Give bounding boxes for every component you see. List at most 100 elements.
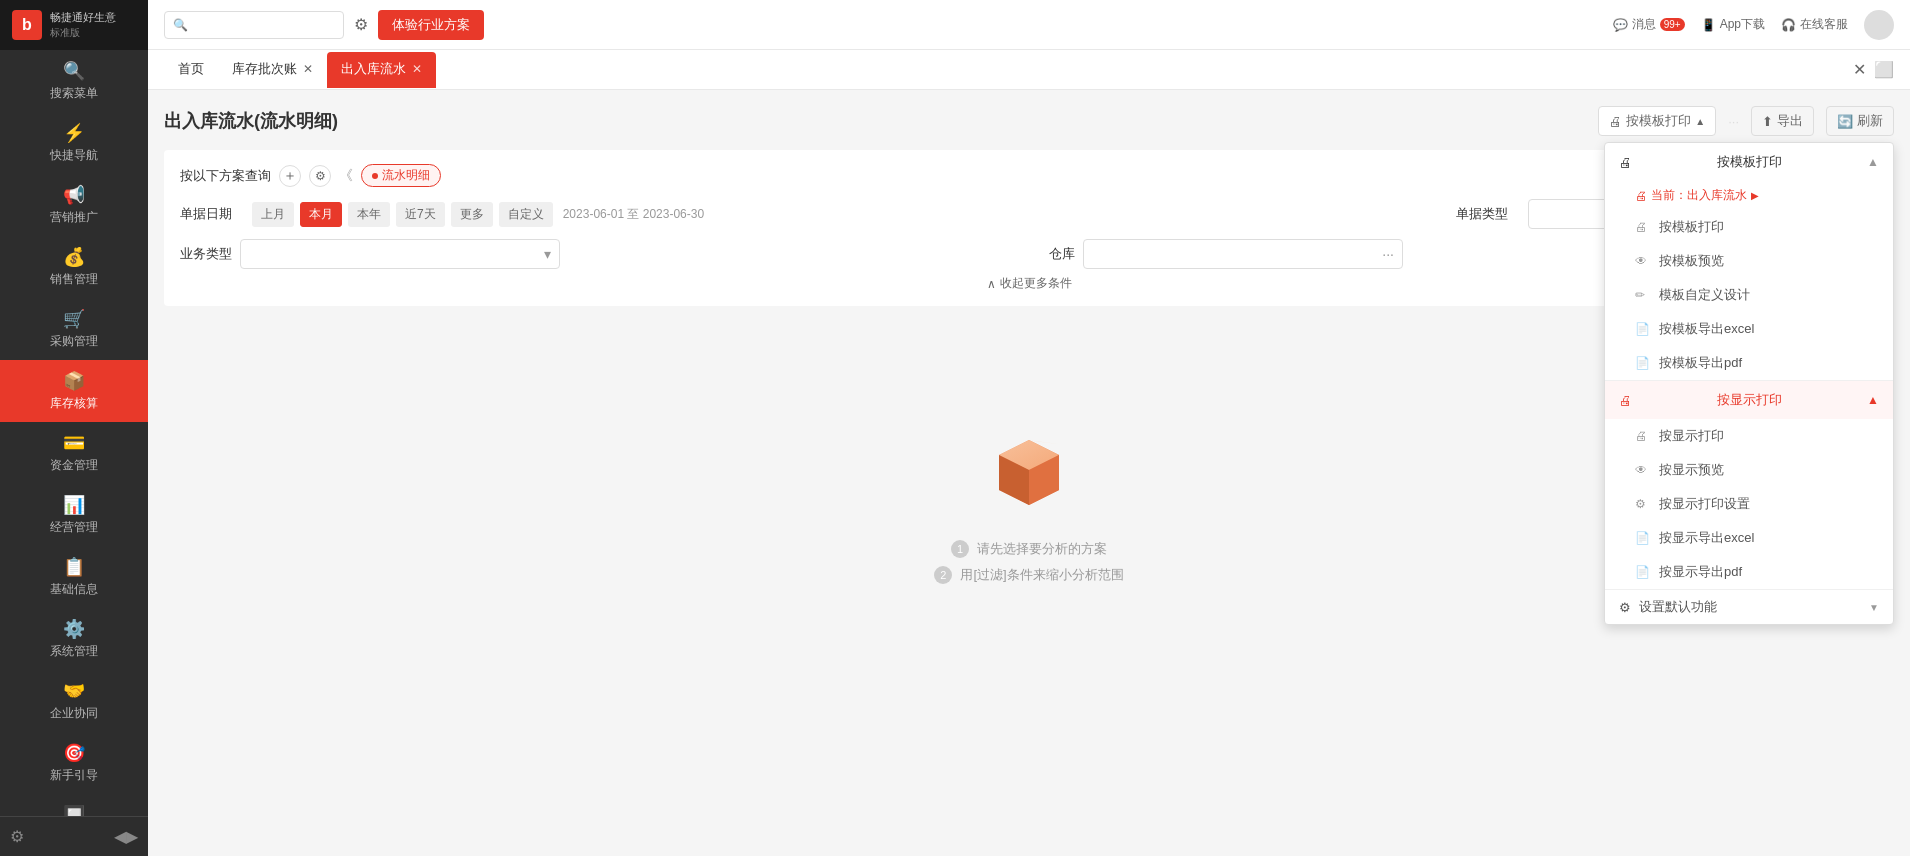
export-icon: ⬆ [1762, 114, 1773, 129]
dp-set-default-footer[interactable]: ⚙ 设置默认功能 ▼ [1605, 590, 1893, 624]
print-template-button[interactable]: 🖨 按模板打印 ▲ [1598, 106, 1716, 136]
sidebar-item-basic[interactable]: 📋 基础信息 [0, 546, 148, 608]
app-sub: 标准版 [50, 26, 116, 40]
topbar-message[interactable]: 💬 消息 99+ [1613, 16, 1685, 33]
dp-item-display-excel[interactable]: 📄 按显示导出excel [1605, 521, 1893, 555]
date-group: 上月 本月 本年 近7天 更多 自定义 2023-06-01 至 2023-06… [252, 202, 1436, 227]
app-center-icon: 🔲 [63, 804, 85, 816]
tab-inout-close-icon[interactable]: ✕ [412, 62, 422, 76]
dp-template-header[interactable]: 🖨 按模板打印 ▲ [1605, 143, 1893, 181]
date-btn-7days[interactable]: 近7天 [396, 202, 445, 227]
warehouse-label: 仓库 [1049, 245, 1075, 263]
service-icon: 🎧 [1781, 18, 1796, 32]
biz-type-dropdown-icon: ▾ [544, 246, 551, 262]
message-icon: 💬 [1613, 18, 1628, 32]
sidebar-item-newbie[interactable]: 🎯 新手引导 [0, 732, 148, 794]
app-label: App下载 [1720, 16, 1765, 33]
dp-template-design-icon: ✏ [1635, 288, 1651, 302]
dp-item-template-design[interactable]: ✏ 模板自定义设计 [1605, 278, 1893, 312]
newbie-icon: 🎯 [63, 742, 85, 764]
chevron-up-icon: ▲ [1695, 116, 1705, 127]
dp-template-print2-icon: 🖨 [1635, 220, 1651, 234]
collapse-label: 收起更多条件 [1000, 275, 1072, 292]
date-btn-more[interactable]: 更多 [451, 202, 493, 227]
dp-display-section: 🖨 按显示打印 ▲ 🖨 按显示打印 👁 按显示预览 [1605, 381, 1893, 590]
sidebar-item-app-center[interactable]: 🔲 应用中心 [0, 794, 148, 816]
sidebar-item-label: 企业协同 [50, 705, 98, 722]
filter-settings-button[interactable]: ⚙ [309, 165, 331, 187]
app-icon: 📱 [1701, 18, 1716, 32]
sidebar-item-search[interactable]: 🔍 搜索菜单 [0, 50, 148, 112]
sidebar-item-label: 系统管理 [50, 643, 98, 660]
finance-icon: 💳 [63, 432, 85, 454]
dp-display-header[interactable]: 🖨 按显示打印 ▲ [1605, 381, 1893, 419]
date-btn-this-month[interactable]: 本月 [300, 202, 342, 227]
sidebar-item-operation[interactable]: 📊 经营管理 [0, 484, 148, 546]
dp-display-preview-icon: 👁 [1635, 463, 1651, 477]
window-close-icon[interactable]: ✕ [1853, 60, 1866, 79]
filter-tag: 流水明细 [361, 164, 441, 187]
sidebar-item-sales[interactable]: 💰 销售管理 [0, 236, 148, 298]
sidebar-item-marketing[interactable]: 📢 营销推广 [0, 174, 148, 236]
tab-inventory-close-icon[interactable]: ✕ [303, 62, 313, 76]
quick-nav-icon: ⚡ [63, 122, 85, 144]
dp-display-chevron-icon: ▲ [1867, 393, 1879, 407]
date-btn-custom[interactable]: 自定义 [499, 202, 553, 227]
dp-item-display-preview[interactable]: 👁 按显示预览 [1605, 453, 1893, 487]
sidebar-item-purchase[interactable]: 🛒 采购管理 [0, 298, 148, 360]
main-content: 🔍 ⚙ 体验行业方案 💬 消息 99+ 📱 App下载 🎧 在线客服 首页 [148, 0, 1910, 856]
topbar-gear-icon[interactable]: ⚙ [354, 15, 368, 34]
tab-inout-flow[interactable]: 出入库流水 ✕ [327, 52, 436, 88]
service-label: 在线客服 [1800, 16, 1848, 33]
tab-inventory-batch[interactable]: 库存批次账 ✕ [218, 52, 327, 88]
user-avatar[interactable] [1864, 10, 1894, 40]
topbar-search-input[interactable] [192, 18, 312, 32]
dp-item-template-pdf[interactable]: 📄 按模板导出pdf [1605, 346, 1893, 380]
refresh-button[interactable]: 🔄 刷新 [1826, 106, 1894, 136]
separator: ··· [1728, 114, 1739, 129]
dp-template-excel-icon: 📄 [1635, 322, 1651, 336]
sidebar-item-label: 营销推广 [50, 209, 98, 226]
filter-add-button[interactable]: ＋ [279, 165, 301, 187]
basic-icon: 📋 [63, 556, 85, 578]
settings-gear-icon[interactable]: ⚙ [10, 827, 24, 846]
biz-type-select[interactable]: ▾ [240, 239, 560, 269]
sidebar-item-corp[interactable]: 🤝 企业协同 [0, 670, 148, 732]
tabs-bar: 首页 库存批次账 ✕ 出入库流水 ✕ ✕ ⬜ [148, 50, 1910, 90]
dp-item-template-preview[interactable]: 👁 按模板预览 [1605, 244, 1893, 278]
dp-item-template-print[interactable]: 🖨 按模板打印 [1605, 210, 1893, 244]
sidebar-item-inventory[interactable]: 📦 库存核算 [0, 360, 148, 422]
topbar-app-download[interactable]: 📱 App下载 [1701, 16, 1765, 33]
dp-template-section: 🖨 按模板打印 ▲ 🖨 当前：出入库流水 ▶ 🖨 按模板打印 [1605, 143, 1893, 381]
tab-home[interactable]: 首页 [164, 52, 218, 88]
export-button[interactable]: ⬆ 导出 [1751, 106, 1814, 136]
date-btn-this-year[interactable]: 本年 [348, 202, 390, 227]
dp-item-template-excel[interactable]: 📄 按模板导出excel [1605, 312, 1893, 346]
topbar-customer-service[interactable]: 🎧 在线客服 [1781, 16, 1848, 33]
filter-tag-dot [372, 173, 378, 179]
system-icon: ⚙️ [63, 618, 85, 640]
dp-item-display-pdf[interactable]: 📄 按显示导出pdf [1605, 555, 1893, 589]
warehouse-select[interactable]: ··· [1083, 239, 1403, 269]
dp-current-label: 🖨 当前：出入库流水 ▶ [1605, 181, 1893, 210]
window-controls: ✕ ⬜ [1853, 60, 1894, 79]
filter-collapse-icon[interactable]: 《 [339, 167, 353, 185]
trial-industry-button[interactable]: 体验行业方案 [378, 10, 484, 40]
operation-icon: 📊 [63, 494, 85, 516]
sidebar-item-finance[interactable]: 💳 资金管理 [0, 422, 148, 484]
sidebar-item-label: 搜索菜单 [50, 85, 98, 102]
date-btn-last-month[interactable]: 上月 [252, 202, 294, 227]
step2-num: 2 [934, 566, 952, 584]
collapse-sidebar-icon[interactable]: ◀▶ [114, 827, 138, 846]
sidebar-item-quick-nav[interactable]: ⚡ 快捷导航 [0, 112, 148, 174]
tab-inout-label: 出入库流水 [341, 60, 406, 78]
sidebar-item-system[interactable]: ⚙️ 系统管理 [0, 608, 148, 670]
topbar-search-box[interactable]: 🔍 [164, 11, 344, 39]
inventory-icon: 📦 [63, 370, 85, 392]
step2-text: 用[过滤]条件来缩小分析范围 [960, 566, 1123, 584]
window-maximize-icon[interactable]: ⬜ [1874, 60, 1894, 79]
dp-item-display-settings[interactable]: ⚙ 按显示打印设置 [1605, 487, 1893, 521]
dp-item-display-print[interactable]: 🖨 按显示打印 [1605, 419, 1893, 453]
sidebar-item-label: 采购管理 [50, 333, 98, 350]
biz-type-label: 业务类型 [180, 245, 232, 263]
